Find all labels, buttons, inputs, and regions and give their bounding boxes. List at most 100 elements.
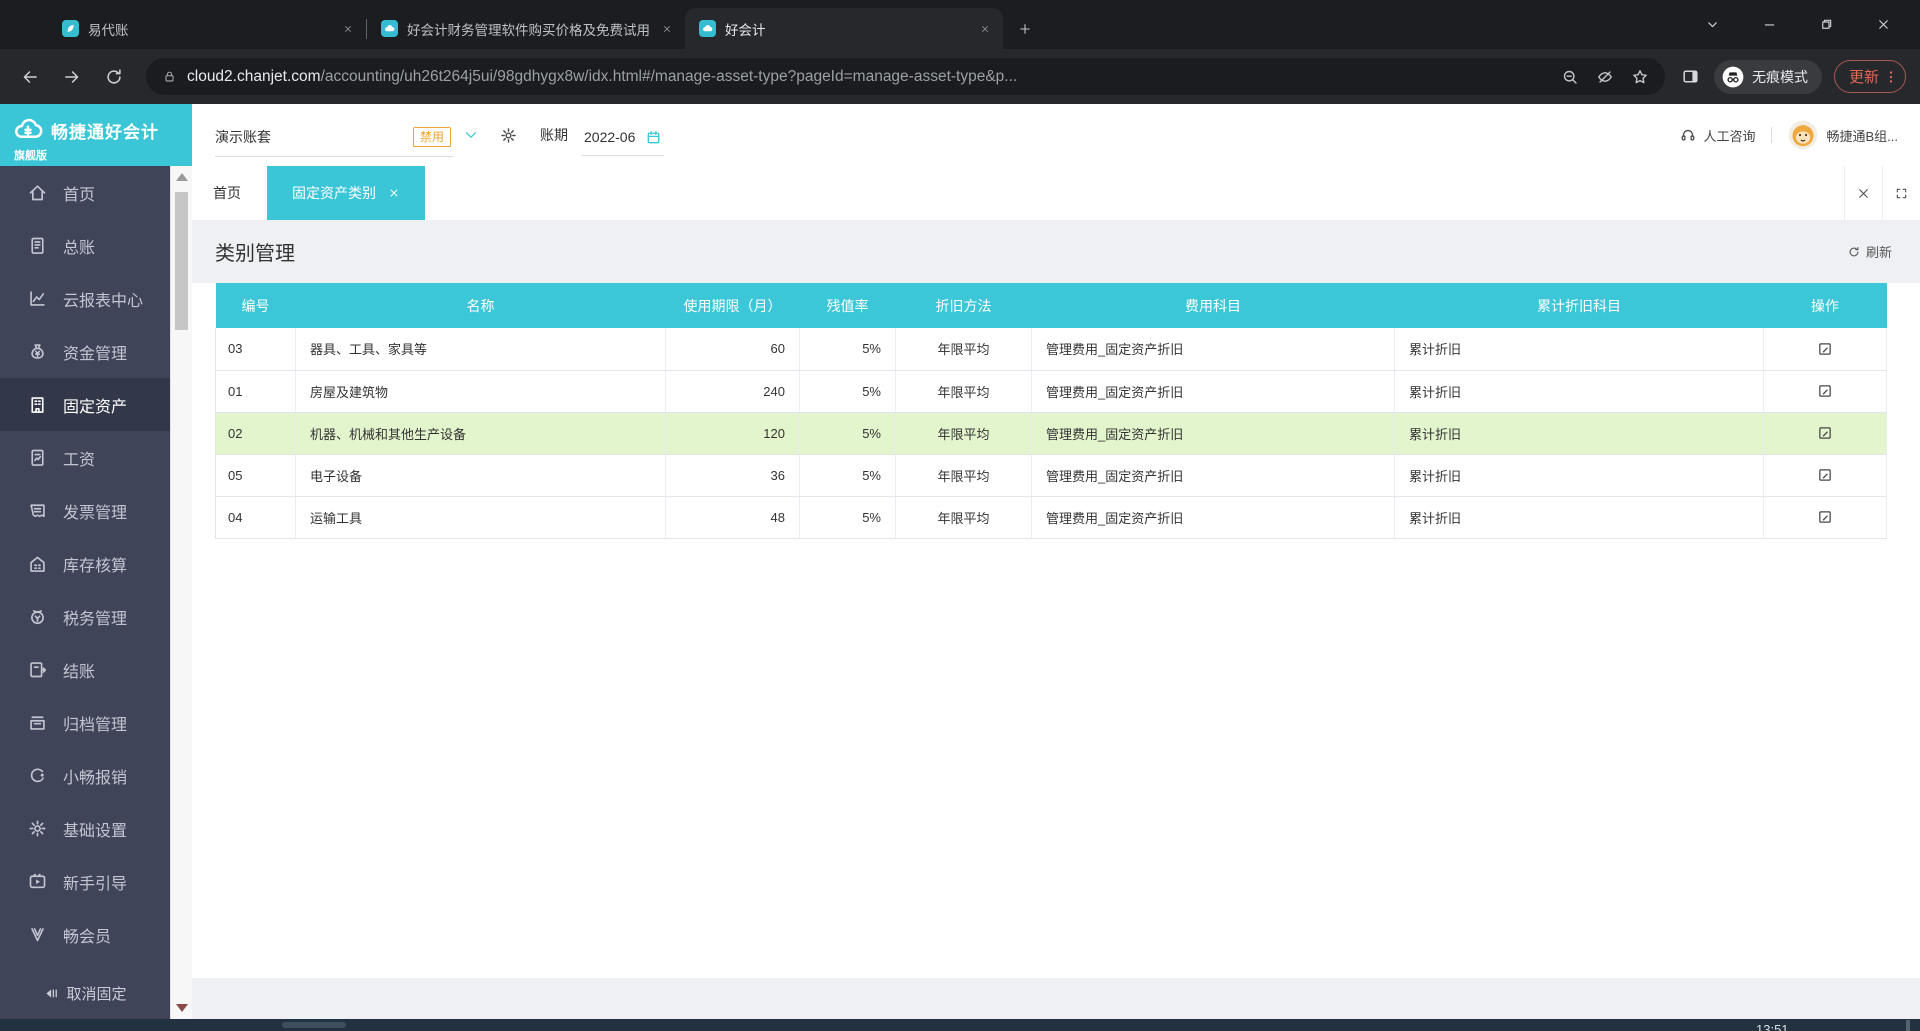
browser-tab-strip: 易代账 好会计财务管理软件购买价格及免费试用 好会计	[0, 0, 1920, 49]
account-set-selector[interactable]: 演示账套 禁用	[215, 123, 453, 157]
table-row-02[interactable]: 02 机器、机械和其他生产设备 120 5% 年限平均 管理费用_固定资产折旧 累计折旧	[215, 412, 1887, 455]
taskbar: 13:51	[0, 1019, 1920, 1031]
omnibox-actions	[1561, 68, 1649, 86]
tab-home[interactable]: 首页	[192, 166, 267, 220]
close-window-button[interactable]	[1855, 7, 1912, 43]
side-panel-icon[interactable]	[1681, 67, 1700, 86]
url-text[interactable]: cloud2.chanjet.com/accounting/uh26t264j5…	[187, 68, 1547, 86]
fullscreen-button[interactable]	[1882, 166, 1920, 220]
workspace-tab-bar: 首页 固定资产类别	[192, 166, 1920, 220]
edit-icon[interactable]	[1817, 425, 1833, 441]
cell: 管理费用_固定资产折旧	[1031, 412, 1395, 455]
edit-icon[interactable]	[1817, 509, 1833, 525]
unpin-sidebar-button[interactable]: 取消固定	[0, 978, 170, 1008]
sidebar-item-closing[interactable]: 结账	[0, 643, 170, 696]
app-logo: 畅捷通好会计 旗舰版	[0, 104, 192, 166]
sidebar-item-moneybag[interactable]: 资金管理	[0, 325, 170, 378]
zoom-out-icon[interactable]	[1561, 68, 1579, 86]
sidebar-item-payroll[interactable]: 工资	[0, 431, 170, 484]
scroll-down-arrow-icon[interactable]	[176, 1004, 188, 1012]
column-header: 使用期限（月）	[665, 283, 800, 328]
sidebar-item-ledger[interactable]: 总账	[0, 219, 170, 272]
browser-tab-3[interactable]: 好会计	[685, 8, 1003, 49]
edit-icon[interactable]	[1817, 383, 1833, 399]
forward-button[interactable]	[62, 67, 82, 87]
cloud-logo-icon	[381, 20, 398, 37]
avatar[interactable]	[1788, 120, 1818, 150]
sidebar-nav: 首页总账云报表中心资金管理 固定资产 工资 发票管理库存核算税务管理结账 归档管理 小畅报…	[0, 166, 170, 975]
archive-icon	[27, 712, 48, 733]
leaf-logo-icon	[62, 20, 79, 37]
refresh-button[interactable]: 刷新	[1847, 242, 1892, 261]
close-tab-icon[interactable]	[977, 21, 993, 37]
sidebar-item-reimburse[interactable]: 小畅报销	[0, 749, 170, 802]
browser-tab-2[interactable]: 好会计财务管理软件购买价格及免费试用	[367, 8, 685, 49]
sidebar-scrollbar[interactable]	[170, 166, 192, 1019]
close-all-tabs-button[interactable]	[1844, 166, 1882, 220]
table-row-01[interactable]: 01 房屋及建筑物 240 5% 年限平均 管理费用_固定资产折旧 累计折旧	[215, 370, 1887, 413]
sidebar-item-gear[interactable]: 基础设置	[0, 802, 170, 855]
content-area: 类别管理 刷新 编号 名称 使用期限（月） 残值率 折旧方法 费用科目 累计折旧科目 操作 03…	[192, 220, 1920, 1031]
unpin-icon	[43, 985, 60, 1002]
minimize-button[interactable]	[1741, 7, 1798, 43]
kebab-menu-icon[interactable]	[1883, 69, 1899, 85]
close-tab-icon[interactable]	[388, 187, 400, 199]
calendar-icon[interactable]	[645, 129, 662, 146]
cell: 5%	[799, 412, 896, 455]
cell: 年限平均	[895, 454, 1032, 497]
sidebar-item-member[interactable]: 畅会员	[0, 908, 170, 961]
close-tab-icon[interactable]	[659, 21, 675, 37]
edit-icon[interactable]	[1817, 341, 1833, 357]
sidebar-item-label: 首页	[63, 186, 96, 204]
scrollbar-thumb[interactable]	[175, 192, 188, 330]
sidebar-item-guide[interactable]: 新手引导	[0, 855, 170, 908]
scroll-up-arrow-icon[interactable]	[176, 173, 188, 181]
sidebar-item-chart[interactable]: 云报表中心	[0, 272, 170, 325]
sidebar-item-building[interactable]: 固定资产	[0, 378, 170, 431]
browser-menu-chevron-icon[interactable]	[1684, 7, 1741, 43]
back-button[interactable]	[20, 67, 40, 87]
period-picker[interactable]: 2022-06	[582, 125, 665, 156]
table-row-04[interactable]: 04 运输工具 48 5% 年限平均 管理费用_固定资产折旧 累计折旧	[215, 496, 1887, 539]
sidebar-item-label: 库存核算	[63, 557, 128, 575]
cell: 5%	[799, 328, 896, 371]
sidebar-item-archive[interactable]: 归档管理	[0, 696, 170, 749]
table-row-05[interactable]: 05 电子设备 36 5% 年限平均 管理费用_固定资产折旧 累计折旧	[215, 454, 1887, 497]
reload-button[interactable]	[104, 67, 124, 87]
browser-tab-1[interactable]: 易代账	[48, 8, 366, 49]
bookmark-star-icon[interactable]	[1631, 68, 1649, 86]
update-button[interactable]: 更新	[1833, 60, 1906, 93]
tab-asset-category[interactable]: 固定资产类别	[267, 166, 425, 220]
url-omnibox[interactable]: cloud2.chanjet.com/accounting/uh26t264j5…	[146, 58, 1665, 95]
chevron-down-icon[interactable]	[463, 127, 479, 143]
sidebar-item-invoice[interactable]: 发票管理	[0, 484, 170, 537]
close-tab-icon[interactable]	[340, 21, 356, 37]
refresh-icon	[1847, 245, 1861, 259]
cell: 房屋及建筑物	[295, 370, 666, 413]
cell: 5%	[799, 496, 896, 539]
lock-icon[interactable]	[162, 69, 177, 84]
cell: 48	[665, 496, 800, 539]
horizontal-scrollbar-thumb[interactable]	[282, 1022, 346, 1028]
sidebar-item-home[interactable]: 首页	[0, 166, 170, 219]
invoice-icon	[27, 500, 48, 521]
headset-icon	[1679, 126, 1697, 144]
sidebar-item-tax[interactable]: 税务管理	[0, 590, 170, 643]
new-tab-button[interactable]	[1013, 17, 1037, 41]
gear-icon[interactable]	[499, 126, 518, 145]
restore-button[interactable]	[1798, 7, 1855, 43]
building-icon	[27, 394, 48, 415]
divider	[1771, 127, 1773, 143]
sidebar-item-label: 税务管理	[63, 610, 128, 628]
edit-icon[interactable]	[1817, 467, 1833, 483]
incognito-label: 无痕模式	[1751, 68, 1808, 85]
sidebar-item-label: 云报表中心	[63, 292, 144, 310]
user-name[interactable]: 畅捷通B组...	[1826, 126, 1898, 145]
support-link[interactable]: 人工咨询	[1703, 126, 1755, 145]
table-row-03[interactable]: 03 器具、工具、家具等 60 5% 年限平均 管理费用_固定资产折旧 累计折旧	[215, 328, 1887, 371]
sidebar-item-warehouse[interactable]: 库存核算	[0, 537, 170, 590]
cell: 累计折旧	[1394, 370, 1764, 413]
cell: 年限平均	[895, 328, 1032, 371]
eye-off-icon[interactable]	[1596, 68, 1614, 86]
update-label: 更新	[1848, 69, 1879, 86]
